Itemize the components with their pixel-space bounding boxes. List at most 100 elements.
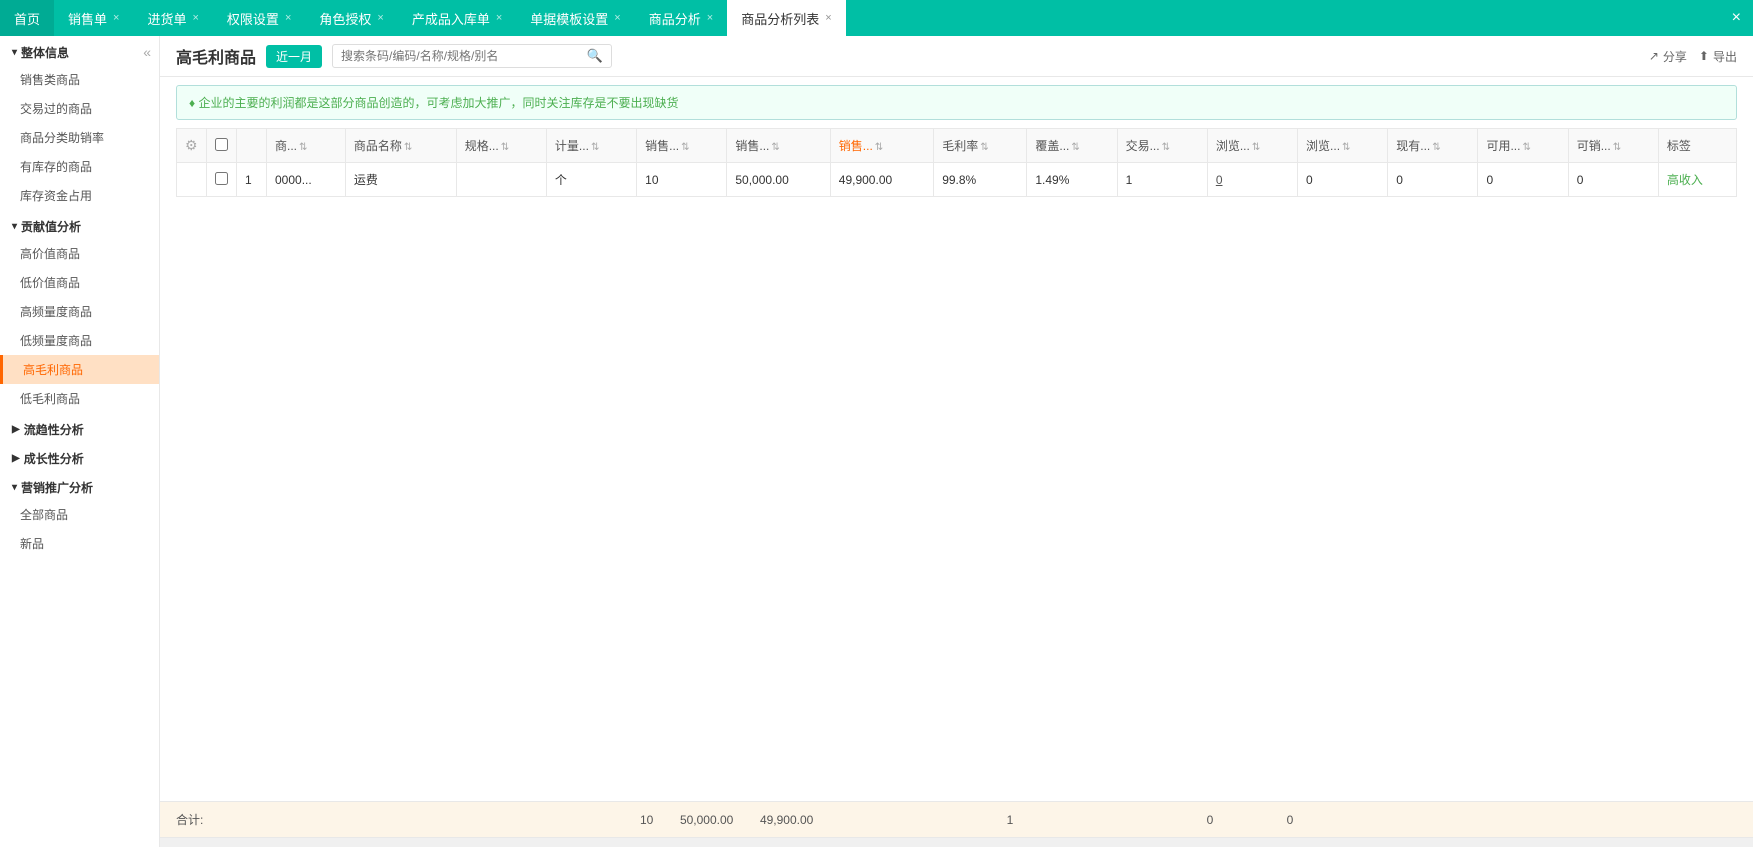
col-saleable[interactable]: 可销...⇅: [1568, 129, 1658, 163]
info-text: ♦ 企业的主要的利润都是这部分商品创造的，可考虑加大推广，同时关注库存是不要出现…: [189, 94, 678, 111]
col-sales-profit[interactable]: 销售...⇅: [830, 129, 933, 163]
col-sales-amt[interactable]: 销售...⇅: [727, 129, 830, 163]
col-unit[interactable]: 计量...⇅: [546, 129, 636, 163]
cell-margin-rate: 99.8%: [934, 163, 1027, 197]
sidebar-item-traded-goods[interactable]: 交易过的商品: [0, 94, 159, 123]
col-available[interactable]: 可用...⇅: [1478, 129, 1568, 163]
sort-sales-amt-icon[interactable]: ⇅: [771, 142, 779, 153]
nav-roles[interactable]: 角色授权 ×: [305, 0, 397, 36]
sort-saleable-icon[interactable]: ⇅: [1613, 142, 1621, 153]
sidebar-group-financial[interactable]: ▾ 贡献值分析: [0, 210, 159, 239]
sort-code-icon[interactable]: ⇅: [299, 142, 307, 153]
col-sales-qty[interactable]: 销售...⇅: [637, 129, 727, 163]
col-trade-count[interactable]: 交易...⇅: [1117, 129, 1207, 163]
cell-current-stock: 0: [1388, 163, 1478, 197]
window-close-button[interactable]: ×: [1720, 9, 1753, 27]
sort-unit-icon[interactable]: ⇅: [591, 142, 599, 153]
sort-trade-count-icon[interactable]: ⇅: [1162, 142, 1170, 153]
sidebar-item-new-goods[interactable]: 新品: [0, 529, 159, 558]
nav-home[interactable]: 首页: [0, 0, 54, 36]
cell-settings: [177, 163, 207, 197]
sort-sales-qty-icon[interactable]: ⇅: [681, 142, 689, 153]
table-header-row: ⚙ 商...⇅ 商品名称⇅ 规格...⇅ 计量...⇅ 销售...⇅ 销售...…: [177, 129, 1737, 163]
sidebar: « ▾ 整体信息 销售类商品 交易过的商品 商品分类助销率 有库存的商品 库存资…: [0, 36, 160, 847]
export-icon: ⬆: [1699, 49, 1709, 63]
sort-spec-icon[interactable]: ⇅: [501, 142, 509, 153]
sidebar-item-high-value[interactable]: 高价值商品: [0, 239, 159, 268]
col-name[interactable]: 商品名称⇅: [345, 129, 456, 163]
sidebar-item-stock-capital[interactable]: 库存资金占用: [0, 181, 159, 210]
nav-analysis-list[interactable]: 商品分析列表 ×: [727, 0, 845, 36]
footer-sales-profit: 49,900.00: [741, 813, 821, 827]
cell-sales-qty: 10: [637, 163, 727, 197]
row-checkbox-0[interactable]: [215, 172, 228, 185]
sidebar-item-all-goods[interactable]: 全部商品: [0, 500, 159, 529]
sidebar-item-low-margin[interactable]: 低毛利商品: [0, 384, 159, 413]
col-browse1[interactable]: 浏览...⇅: [1207, 129, 1297, 163]
nav-purchase[interactable]: 进货单 ×: [133, 0, 212, 36]
col-current-stock[interactable]: 现有...⇅: [1388, 129, 1478, 163]
nav-products[interactable]: 产成品入库单 ×: [398, 0, 516, 36]
goods-table: ⚙ 商...⇅ 商品名称⇅ 规格...⇅ 计量...⇅ 销售...⇅ 销售...…: [176, 128, 1737, 197]
cell-code: 0000...: [267, 163, 346, 197]
sort-available-icon[interactable]: ⇅: [1522, 142, 1530, 153]
sidebar-item-low-freq[interactable]: 低频量度商品: [0, 326, 159, 355]
time-filter-button[interactable]: 近一月: [266, 45, 322, 68]
close-purchase-tab[interactable]: ×: [192, 12, 198, 24]
search-input[interactable]: [341, 49, 587, 63]
sort-margin-rate-icon[interactable]: ⇅: [980, 142, 988, 153]
sidebar-group-overall[interactable]: ▾ 整体信息: [0, 36, 159, 65]
sidebar-collapse-button[interactable]: «: [143, 44, 151, 60]
sort-sales-profit-icon[interactable]: ⇅: [875, 142, 883, 153]
close-permissions-tab[interactable]: ×: [285, 12, 291, 24]
sort-browse2-icon[interactable]: ⇅: [1342, 142, 1350, 153]
export-button[interactable]: ⬆ 导出: [1699, 48, 1737, 65]
nav-sales[interactable]: 销售单 ×: [54, 0, 133, 36]
sort-current-stock-icon[interactable]: ⇅: [1432, 142, 1440, 153]
sort-coverage-icon[interactable]: ⇅: [1071, 142, 1079, 153]
sort-name-icon[interactable]: ⇅: [404, 142, 412, 153]
cell-browse1[interactable]: 0: [1207, 163, 1297, 197]
search-icon[interactable]: 🔍: [587, 48, 603, 64]
search-box: 🔍: [332, 44, 612, 68]
share-button[interactable]: ↗ 分享: [1649, 48, 1687, 65]
sidebar-group-marketing[interactable]: ▾ 营销推广分析: [0, 471, 159, 500]
sidebar-item-sales-goods[interactable]: 销售类商品: [0, 65, 159, 94]
col-margin-rate[interactable]: 毛利率⇅: [934, 129, 1027, 163]
select-all-checkbox[interactable]: [215, 138, 228, 151]
group-marketing-arrow: ▾: [12, 482, 17, 493]
footer-sales-qty: 10: [581, 813, 661, 827]
group-overall-arrow: ▾: [12, 47, 17, 58]
close-sales-tab[interactable]: ×: [113, 12, 119, 24]
close-analysis-tab[interactable]: ×: [707, 12, 713, 24]
table-row: 1 0000... 运费 个 10 50,000.00 49,900.00 99…: [177, 163, 1737, 197]
footer-available: 0: [1221, 813, 1301, 827]
sidebar-item-high-margin[interactable]: 高毛利商品: [0, 355, 159, 384]
cell-sales-profit: 49,900.00: [830, 163, 933, 197]
sidebar-item-goods-assist[interactable]: 商品分类助销率: [0, 123, 159, 152]
cell-seq: 1: [237, 163, 267, 197]
nav-permissions[interactable]: 权限设置 ×: [213, 0, 305, 36]
group-financial-arrow: ▾: [12, 221, 17, 232]
col-settings[interactable]: ⚙: [177, 129, 207, 163]
col-spec[interactable]: 规格...⇅: [456, 129, 546, 163]
sidebar-item-stocked-goods[interactable]: 有库存的商品: [0, 152, 159, 181]
close-templates-tab[interactable]: ×: [614, 12, 620, 24]
sidebar-group-growth[interactable]: ▶ 成长性分析: [0, 442, 159, 471]
col-browse2[interactable]: 浏览...⇅: [1298, 129, 1388, 163]
close-analysis-list-tab[interactable]: ×: [825, 12, 831, 24]
cell-checkbox: [207, 163, 237, 197]
settings-icon[interactable]: ⚙: [185, 137, 198, 153]
sidebar-item-high-freq[interactable]: 高频量度商品: [0, 297, 159, 326]
col-code[interactable]: 商...⇅: [267, 129, 346, 163]
col-tag[interactable]: 标签: [1658, 129, 1736, 163]
sort-browse1-icon[interactable]: ⇅: [1252, 142, 1260, 153]
nav-templates[interactable]: 单据模板设置 ×: [516, 0, 634, 36]
close-products-tab[interactable]: ×: [496, 12, 502, 24]
col-coverage[interactable]: 覆盖...⇅: [1027, 129, 1117, 163]
sidebar-item-low-value[interactable]: 低价值商品: [0, 268, 159, 297]
close-roles-tab[interactable]: ×: [377, 12, 383, 24]
sidebar-group-trend[interactable]: ▶ 流趋性分析: [0, 413, 159, 442]
nav-analysis[interactable]: 商品分析 ×: [635, 0, 727, 36]
horizontal-scrollbar[interactable]: [160, 837, 1753, 847]
